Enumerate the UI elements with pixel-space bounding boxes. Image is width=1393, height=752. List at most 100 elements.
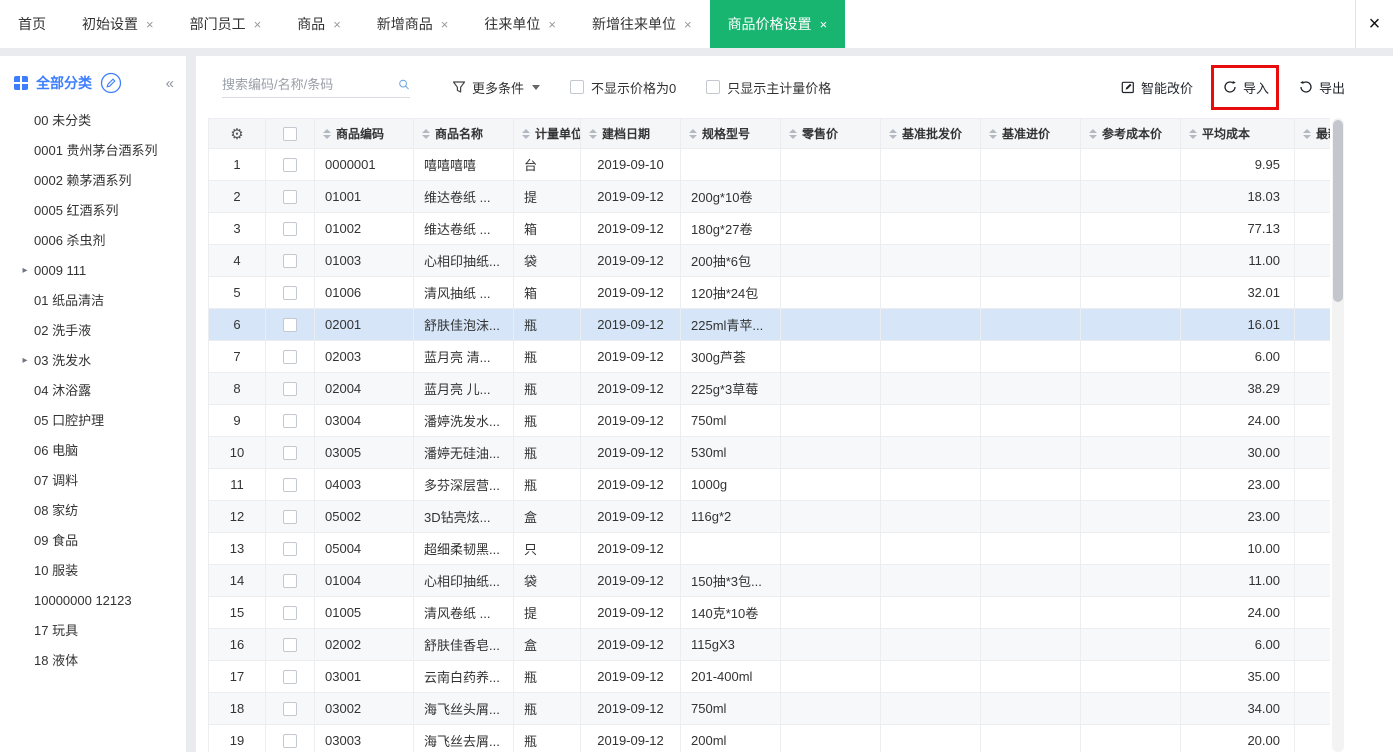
export-button[interactable]: 导出 bbox=[1299, 78, 1345, 97]
sidebar-category-item[interactable]: 0002 赖茅酒系列 bbox=[0, 166, 186, 196]
table-row[interactable]: 1305004超细柔韧黑...只2019-09-1210.00 bbox=[209, 533, 1331, 565]
smart-reprice-button[interactable]: 智能改价 bbox=[1121, 78, 1193, 97]
vertical-scrollbar[interactable] bbox=[1332, 118, 1344, 752]
row-checkbox[interactable] bbox=[283, 638, 297, 652]
tab-active[interactable]: 商品价格设置× bbox=[710, 0, 846, 48]
sort-icon[interactable] bbox=[1303, 129, 1311, 139]
column-header[interactable]: 最新 bbox=[1295, 119, 1331, 149]
column-header[interactable]: 基准进价 bbox=[981, 119, 1081, 149]
tab-item[interactable]: 新增往来单位× bbox=[574, 0, 710, 48]
more-filters-button[interactable]: 更多条件 bbox=[452, 78, 540, 97]
column-header[interactable]: 商品名称 bbox=[414, 119, 514, 149]
sidebar-category-item[interactable]: 08 家纺 bbox=[0, 496, 186, 526]
table-row[interactable]: 301002维达卷纸 ...箱2019-09-12180g*27卷77.13 bbox=[209, 213, 1331, 245]
sort-icon[interactable] bbox=[589, 129, 597, 139]
table-row[interactable]: 802004蓝月亮 儿...瓶2019-09-12225g*3草莓38.29 bbox=[209, 373, 1331, 405]
edit-category-icon[interactable] bbox=[100, 72, 122, 94]
sidebar-category-item[interactable]: ▸03 洗发水 bbox=[0, 346, 186, 376]
sidebar-category-item[interactable]: 17 玩具 bbox=[0, 616, 186, 646]
tab-close-icon[interactable]: × bbox=[254, 18, 262, 31]
gear-icon[interactable]: ⚙ bbox=[230, 126, 243, 143]
sidebar-category-item[interactable]: 0001 贵州茅台酒系列 bbox=[0, 136, 186, 166]
sidebar-category-item[interactable]: 01 纸品清洁 bbox=[0, 286, 186, 316]
tab-item[interactable]: 商品× bbox=[279, 0, 359, 48]
sidebar-category-item[interactable]: 0005 红酒系列 bbox=[0, 196, 186, 226]
search-icon[interactable] bbox=[398, 76, 410, 93]
tab-close-icon[interactable]: × bbox=[684, 18, 692, 31]
row-checkbox[interactable] bbox=[283, 446, 297, 460]
tab-item[interactable]: 新增商品× bbox=[359, 0, 467, 48]
table-row[interactable]: 401003心相印抽纸...袋2019-09-12200抽*6包11.00 bbox=[209, 245, 1331, 277]
row-checkbox[interactable] bbox=[283, 158, 297, 172]
table-row[interactable]: 1501005清风卷纸 ...提2019-09-12140克*10卷24.00 bbox=[209, 597, 1331, 629]
sidebar-category-item[interactable]: 04 沐浴露 bbox=[0, 376, 186, 406]
search-input[interactable] bbox=[222, 77, 398, 92]
row-checkbox[interactable] bbox=[283, 542, 297, 556]
sort-icon[interactable] bbox=[789, 129, 797, 139]
sort-icon[interactable] bbox=[1089, 129, 1097, 139]
sort-icon[interactable] bbox=[889, 129, 897, 139]
column-header[interactable]: 平均成本 bbox=[1181, 119, 1295, 149]
main-unit-only-option[interactable]: 只显示主计量价格 bbox=[706, 78, 831, 97]
table-row[interactable]: 1803002海飞丝头屑...瓶2019-09-12750ml34.00 bbox=[209, 693, 1331, 725]
tab-item[interactable]: 往来单位× bbox=[466, 0, 574, 48]
column-header[interactable]: 建档日期 bbox=[581, 119, 681, 149]
table-row[interactable]: 702003蓝月亮 清...瓶2019-09-12300g芦荟6.00 bbox=[209, 341, 1331, 373]
row-checkbox[interactable] bbox=[283, 350, 297, 364]
select-all-checkbox[interactable] bbox=[283, 127, 297, 141]
main-unit-only-checkbox[interactable] bbox=[706, 80, 720, 94]
import-button[interactable]: 导入 bbox=[1223, 78, 1269, 97]
sidebar-category-item[interactable]: ▸0009 111 bbox=[0, 256, 186, 286]
row-checkbox[interactable] bbox=[283, 702, 297, 716]
row-checkbox[interactable] bbox=[283, 382, 297, 396]
scrollbar-thumb[interactable] bbox=[1333, 120, 1343, 302]
tab-home[interactable]: 首页 bbox=[0, 0, 64, 48]
column-header[interactable]: 零售价 bbox=[781, 119, 881, 149]
row-checkbox[interactable] bbox=[283, 286, 297, 300]
tab-close-icon[interactable]: × bbox=[820, 18, 828, 31]
sort-icon[interactable] bbox=[1189, 129, 1197, 139]
table-row[interactable]: 1401004心相印抽纸...袋2019-09-12150抽*3包...11.0… bbox=[209, 565, 1331, 597]
table-row[interactable]: 1903003海飞丝去屑...瓶2019-09-12200ml20.00 bbox=[209, 725, 1331, 752]
row-checkbox[interactable] bbox=[283, 318, 297, 332]
row-checkbox[interactable] bbox=[283, 734, 297, 748]
row-checkbox[interactable] bbox=[283, 190, 297, 204]
expand-arrow-icon[interactable]: ▸ bbox=[18, 346, 32, 376]
column-header[interactable]: 基准批发价 bbox=[881, 119, 981, 149]
row-checkbox[interactable] bbox=[283, 670, 297, 684]
row-checkbox[interactable] bbox=[283, 574, 297, 588]
column-header[interactable]: 商品编码 bbox=[315, 119, 414, 149]
hide-zero-price-checkbox[interactable] bbox=[570, 80, 584, 94]
row-checkbox[interactable] bbox=[283, 414, 297, 428]
column-header[interactable]: 规格型号 bbox=[681, 119, 781, 149]
row-checkbox[interactable] bbox=[283, 478, 297, 492]
sidebar-category-item[interactable]: 18 液体 bbox=[0, 646, 186, 676]
table-row[interactable]: 1104003多芬深层营...瓶2019-09-121000g23.00 bbox=[209, 469, 1331, 501]
sidebar-category-item[interactable]: 0006 杀虫剂 bbox=[0, 226, 186, 256]
table-row[interactable]: 903004潘婷洗发水...瓶2019-09-12750ml24.00 bbox=[209, 405, 1331, 437]
table-row[interactable]: 1703001云南白药养...瓶2019-09-12201-400ml35.00 bbox=[209, 661, 1331, 693]
sidebar-category-item[interactable]: 05 口腔护理 bbox=[0, 406, 186, 436]
tab-item[interactable]: 初始设置× bbox=[64, 0, 172, 48]
sidebar-category-item[interactable]: 10000000 12123 bbox=[0, 586, 186, 616]
sort-icon[interactable] bbox=[323, 129, 331, 139]
sidebar-category-item[interactable]: 09 食品 bbox=[0, 526, 186, 556]
tab-close-icon[interactable]: × bbox=[146, 18, 154, 31]
table-row[interactable]: 1602002舒肤佳香皂...盒2019-09-12115gX36.00 bbox=[209, 629, 1331, 661]
column-settings-header[interactable]: ⚙ bbox=[209, 119, 266, 149]
sort-icon[interactable] bbox=[689, 129, 697, 139]
sidebar-category-item[interactable]: 00 未分类 bbox=[0, 106, 186, 136]
column-header[interactable]: 计量单位 bbox=[514, 119, 581, 149]
table-row[interactable]: 1003005潘婷无硅油...瓶2019-09-12530ml30.00 bbox=[209, 437, 1331, 469]
sidebar-category-item[interactable]: 10 服装 bbox=[0, 556, 186, 586]
sort-icon[interactable] bbox=[989, 129, 997, 139]
table-row[interactable]: 201001维达卷纸 ...提2019-09-12200g*10卷18.03 bbox=[209, 181, 1331, 213]
sidebar-category-item[interactable]: 06 电脑 bbox=[0, 436, 186, 466]
sidebar-category-item[interactable]: 02 洗手液 bbox=[0, 316, 186, 346]
all-categories-label[interactable]: 全部分类 bbox=[36, 73, 92, 93]
table-row[interactable]: 12050023D钻亮炫...盒2019-09-12116g*223.00 bbox=[209, 501, 1331, 533]
row-checkbox[interactable] bbox=[283, 606, 297, 620]
table-row[interactable]: 501006清风抽纸 ...箱2019-09-12120抽*24包32.01 bbox=[209, 277, 1331, 309]
table-row[interactable]: 10000001嘻嘻嘻嘻台2019-09-109.95 bbox=[209, 149, 1331, 181]
sidebar-category-item[interactable]: 07 调料 bbox=[0, 466, 186, 496]
